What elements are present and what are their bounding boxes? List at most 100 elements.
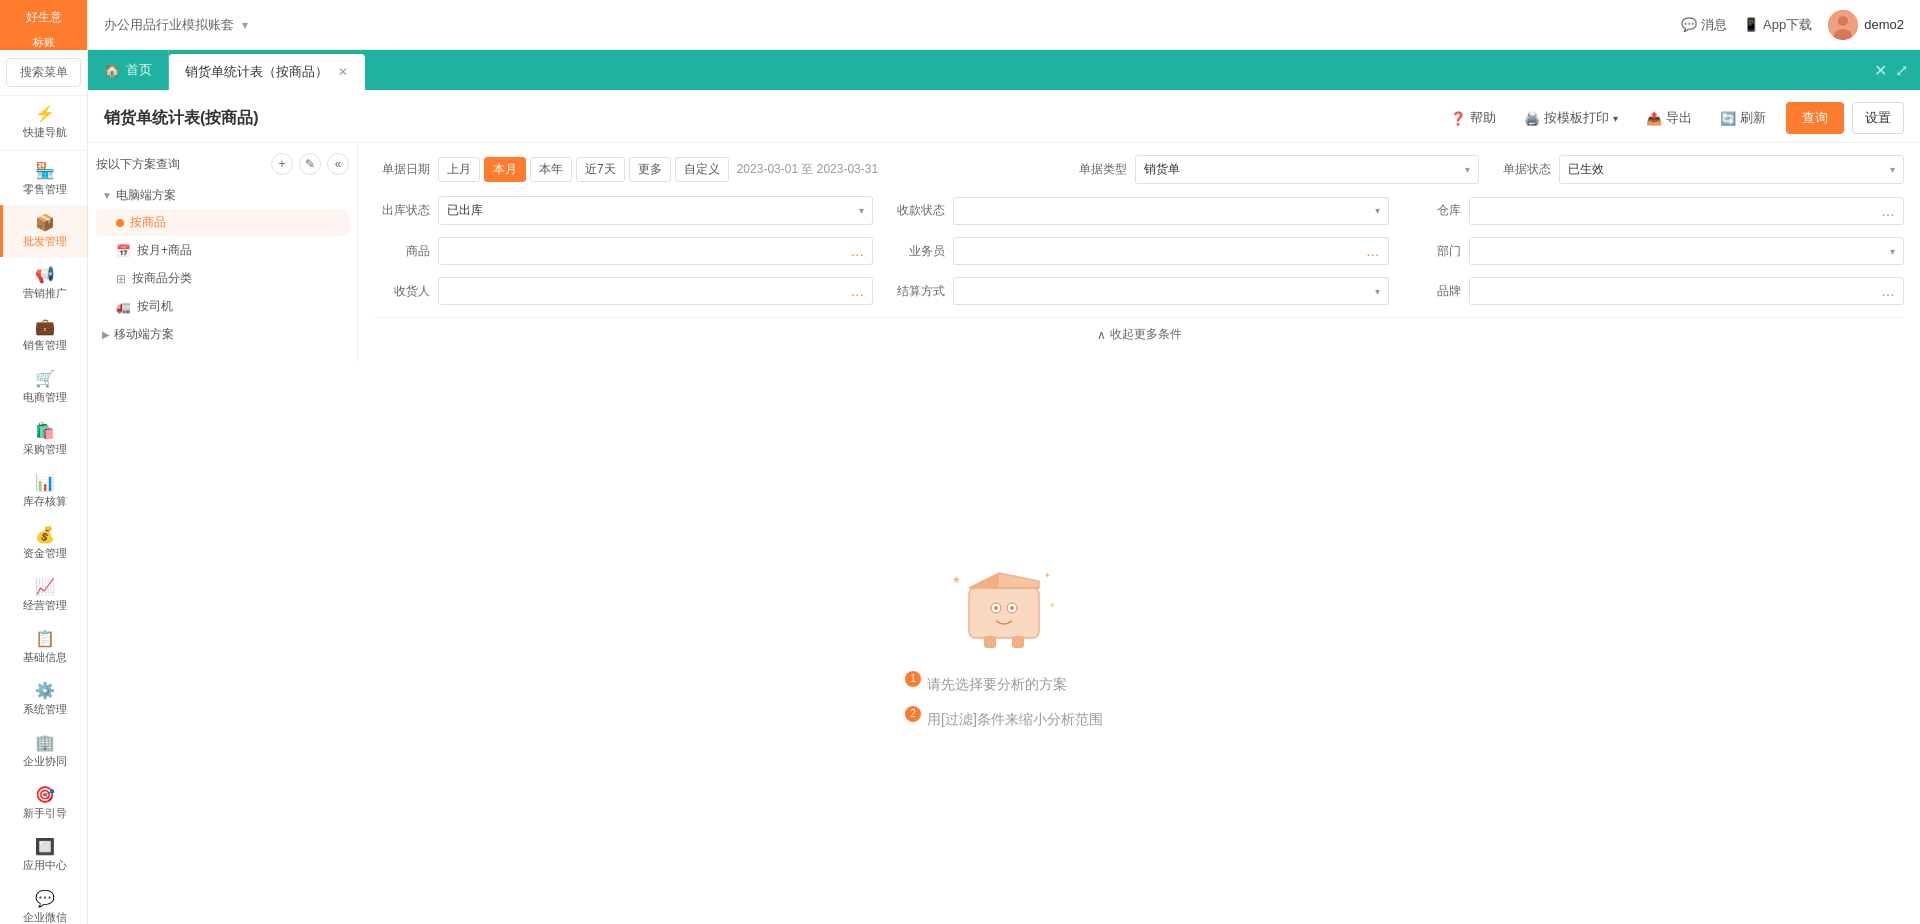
date-shortcuts: 上月 本月 本年 近7天 更多 自定义	[438, 157, 729, 182]
mobile-group-header[interactable]: ▶ 移动端方案	[96, 322, 349, 347]
avatar[interactable]	[1828, 10, 1858, 40]
department-label: 部门	[1405, 243, 1469, 260]
tab-sales-stats[interactable]: 销货单统计表（按商品） ✕	[169, 54, 365, 90]
recipient-dots[interactable]: …	[850, 283, 864, 299]
sidebar-item-inventory[interactable]: 📊 库存核算	[0, 465, 87, 517]
tree-item-by-printer[interactable]: 🚛 按司机	[96, 293, 349, 320]
pc-group-collapse-icon: ▼	[102, 190, 112, 201]
sidebar-item-sales[interactable]: 💼 销售管理	[0, 309, 87, 361]
pc-group-header[interactable]: ▼ 电脑端方案	[96, 183, 349, 208]
doc-status-value: 已生效	[1568, 161, 1604, 178]
date-btn-last-month[interactable]: 上月	[438, 157, 480, 182]
payment-label: 收款状态	[889, 202, 953, 219]
product-select[interactable]: …	[438, 237, 873, 265]
settings-button[interactable]: 设置	[1852, 102, 1904, 134]
operation-icon: 📈	[35, 577, 55, 596]
svg-rect-13	[984, 636, 996, 648]
warehouse-field: 仓库 …	[1405, 197, 1904, 225]
topbar-dropdown-icon[interactable]: ▾	[242, 18, 248, 32]
hint-num-1: 1	[905, 671, 921, 687]
sidebar-item-operation[interactable]: 📈 经营管理	[0, 569, 87, 621]
doc-type-select[interactable]: 销货单 ▾	[1135, 155, 1480, 184]
main-area: 办公用品行业模拟账套 ▾ 💬 消息 📱 App下载 demo2 🏠 首页	[88, 0, 1920, 924]
recipient-select[interactable]: …	[438, 277, 873, 305]
filter-row-4: 收货人 … 结算方式 ▾ 品牌	[374, 277, 1904, 305]
sidebar-wechat-label: 企业微信	[23, 910, 67, 924]
tab-close-icon[interactable]: ✕	[338, 65, 348, 79]
tab-home[interactable]: 🏠 首页	[88, 50, 169, 90]
sidebar-item-wholesale[interactable]: 📦 批发管理	[0, 205, 87, 257]
app-download-button[interactable]: 📱 App下载	[1743, 16, 1812, 34]
empty-state: ★ ✦ ✦ 1 请先选择要分析的方案 2 用[过滤]条件来缩小分析范围	[88, 363, 1920, 924]
date-btn-more[interactable]: 更多	[629, 157, 671, 182]
sidebar-item-quick-nav[interactable]: ⚡ 快捷导航	[0, 96, 87, 148]
date-btn-this-month[interactable]: 本月	[484, 157, 526, 182]
print-button[interactable]: 🖨️ 按模板打印 ▾	[1516, 105, 1626, 131]
tab-fullscreen-icon[interactable]: ⤢	[1895, 61, 1908, 80]
doc-status-select[interactable]: 已生效 ▾	[1559, 155, 1904, 184]
help-button[interactable]: ❓ 帮助	[1442, 105, 1504, 131]
tree-item-by-month-product[interactable]: 📅 按月+商品	[96, 237, 349, 264]
collapse-scheme-icon[interactable]: «	[327, 153, 349, 175]
query-button[interactable]: 查询	[1786, 102, 1844, 134]
purchase-icon: 🛍️	[35, 421, 55, 440]
user-area[interactable]: demo2	[1828, 10, 1904, 40]
add-scheme-icon[interactable]: +	[271, 153, 293, 175]
print-dropdown-icon[interactable]: ▾	[1613, 113, 1618, 124]
sidebar-item-enterprise[interactable]: 🏢 企业协同	[0, 725, 87, 777]
sidebar-finance-label: 资金管理	[23, 546, 67, 561]
product-field: 商品 …	[374, 237, 873, 265]
logo[interactable]: 好生意 标账	[0, 0, 87, 50]
salesperson-select[interactable]: …	[953, 237, 1388, 265]
collapse-label: 收起更多条件	[1110, 326, 1182, 343]
collapse-bar[interactable]: ∧ 收起更多条件	[374, 317, 1904, 351]
empty-image: ★ ✦ ✦	[944, 553, 1064, 653]
warehouse-select[interactable]: …	[1469, 197, 1904, 225]
sidebar-item-purchase[interactable]: 🛍️ 采购管理	[0, 413, 87, 465]
department-select[interactable]: ▾	[1469, 237, 1904, 265]
sidebar-item-retail[interactable]: 🏪 零售管理	[0, 153, 87, 205]
empty-hint-1: 1 请先选择要分析的方案	[905, 669, 1103, 700]
sidebar-item-guide[interactable]: 🎯 新手引导	[0, 777, 87, 829]
svg-text:好生意: 好生意	[26, 10, 62, 24]
warehouse-dots[interactable]: …	[1881, 203, 1895, 219]
settlement-select[interactable]: ▾	[953, 277, 1388, 305]
payment-select[interactable]: ▾	[953, 197, 1388, 225]
search-menu-button[interactable]: 搜索菜单	[6, 58, 81, 87]
sidebar-item-finance[interactable]: 💰 资金管理	[0, 517, 87, 569]
tree-item-by-product-category[interactable]: ⊞ 按商品分类	[96, 265, 349, 292]
tab-close-all-icon[interactable]: ✕	[1874, 61, 1887, 80]
export-button[interactable]: 📤 导出	[1638, 105, 1700, 131]
marketing-icon: 📢	[35, 265, 55, 284]
sidebar-item-ecommerce[interactable]: 🛒 电商管理	[0, 361, 87, 413]
mobile-group-label: 移动端方案	[114, 326, 174, 343]
username-label: demo2	[1864, 17, 1904, 32]
out-status-field: 出库状态 已出库 ▾	[374, 196, 873, 225]
out-status-select[interactable]: 已出库 ▾	[438, 196, 873, 225]
sidebar-item-system[interactable]: ⚙️ 系统管理	[0, 673, 87, 725]
tree-item-by-product[interactable]: 按商品	[96, 209, 349, 236]
message-button[interactable]: 💬 消息	[1681, 16, 1727, 34]
search-area: 搜索菜单	[0, 50, 87, 96]
sidebar-item-marketing[interactable]: 📢 营销推广	[0, 257, 87, 309]
refresh-button[interactable]: 🔄 刷新	[1712, 105, 1774, 131]
salesperson-dots[interactable]: …	[1366, 243, 1380, 259]
sidebar-item-wechat[interactable]: 💬 企业微信	[0, 881, 87, 924]
topbar-left: 办公用品行业模拟账套 ▾	[104, 16, 248, 34]
date-btn-last-7-days[interactable]: 近7天	[576, 157, 625, 182]
date-label: 单据日期	[374, 161, 438, 178]
product-dots[interactable]: …	[850, 243, 864, 259]
svg-text:✦: ✦	[1049, 601, 1056, 610]
sidebar-item-apps[interactable]: 🔲 应用中心	[0, 829, 87, 881]
date-btn-custom[interactable]: 自定义	[675, 157, 729, 182]
hint-text-1: 请先选择要分析的方案	[927, 669, 1067, 700]
sidebar: 好生意 标账 搜索菜单 ⚡ 快捷导航 🏪 零售管理 📦 批发管理 📢 营销推广 …	[0, 0, 88, 924]
date-btn-this-year[interactable]: 本年	[530, 157, 572, 182]
sidebar-item-basic[interactable]: 📋 基础信息	[0, 621, 87, 673]
edit-scheme-icon[interactable]: ✎	[299, 153, 321, 175]
settlement-field: 结算方式 ▾	[889, 277, 1388, 305]
tree-item-by-printer-label: 按司机	[137, 298, 173, 315]
brand-dots[interactable]: …	[1881, 283, 1895, 299]
brand-select[interactable]: …	[1469, 277, 1904, 305]
message-icon: 💬	[1681, 17, 1697, 32]
